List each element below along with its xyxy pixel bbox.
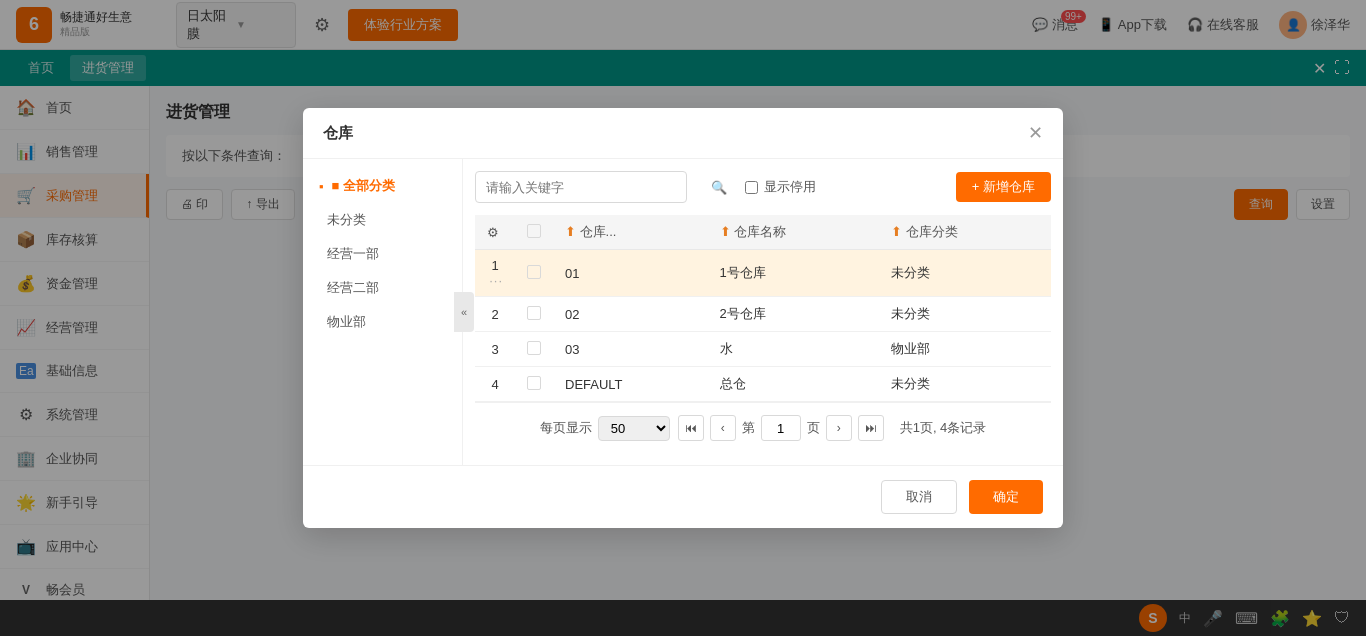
- modal-body: ▪ ■ 全部分类 未分类 经营一部 经营二部 物业部 « 🔍: [303, 159, 1063, 465]
- table-row[interactable]: 3 03 水 物业部: [475, 332, 1051, 367]
- cell-code: 02: [553, 297, 708, 332]
- search-icon[interactable]: 🔍: [711, 180, 727, 195]
- table-body: 1··· 01 1号仓库 未分类 2 02 2号仓库 未分类 3: [475, 250, 1051, 402]
- per-page-label: 每页显示: [540, 419, 592, 437]
- table-row[interactable]: 1··· 01 1号仓库 未分类: [475, 250, 1051, 297]
- cell-more[interactable]: 4: [475, 367, 515, 402]
- last-page-button[interactable]: ⏭: [858, 415, 884, 441]
- show-disabled-checkbox[interactable]: [745, 181, 758, 194]
- category-all-item[interactable]: ▪ ■ 全部分类: [303, 169, 462, 203]
- category-all-label: ■ 全部分类: [332, 177, 395, 195]
- cell-checkbox[interactable]: [515, 367, 553, 402]
- page-suffix: 页: [807, 419, 820, 437]
- collapse-panel-button[interactable]: «: [454, 292, 474, 332]
- cell-checkbox[interactable]: [515, 297, 553, 332]
- cell-category: 物业部: [879, 332, 1051, 367]
- show-disabled-toggle[interactable]: 显示停用: [745, 178, 816, 196]
- table-container: ⚙ ⬆ 仓库... ⬆ 仓库名称 ⬆ 仓库分类 1··· 0: [475, 215, 1051, 402]
- th-name[interactable]: ⬆ 仓库名称: [708, 215, 880, 250]
- table-row[interactable]: 4 DEFAULT 总仓 未分类: [475, 367, 1051, 402]
- cell-name: 总仓: [708, 367, 880, 402]
- sort-icon-name: ⬆: [720, 224, 731, 239]
- cell-name: 1号仓库: [708, 250, 880, 297]
- grid-icon: ▪: [319, 179, 324, 194]
- per-page-selector: 每页显示 50 20 100: [540, 416, 670, 441]
- cell-code: 01: [553, 250, 708, 297]
- page-label: 第: [742, 419, 755, 437]
- show-disabled-label: 显示停用: [764, 178, 816, 196]
- select-all-checkbox[interactable]: [527, 224, 541, 238]
- search-input[interactable]: [475, 171, 687, 203]
- table-panel: 🔍 显示停用 + 新增仓库 ⚙: [463, 159, 1063, 465]
- cancel-button[interactable]: 取消: [881, 480, 957, 514]
- prev-page-button[interactable]: ‹: [710, 415, 736, 441]
- category-panel: ▪ ■ 全部分类 未分类 经营一部 经营二部 物业部 «: [303, 159, 463, 465]
- row-checkbox[interactable]: [527, 341, 541, 355]
- table-toolbar: 🔍 显示停用 + 新增仓库: [475, 171, 1051, 203]
- modal-close-icon[interactable]: ✕: [1028, 122, 1043, 144]
- pagination: 每页显示 50 20 100 ⏮ ‹ 第 页 ›: [475, 402, 1051, 453]
- row-checkbox[interactable]: [527, 265, 541, 279]
- table-head: ⚙ ⬆ 仓库... ⬆ 仓库名称 ⬆ 仓库分类: [475, 215, 1051, 250]
- th-gear[interactable]: ⚙: [475, 215, 515, 250]
- modal-title: 仓库: [323, 124, 1028, 143]
- sort-icon: ⬆: [565, 224, 576, 239]
- category-dept1[interactable]: 经营一部: [303, 237, 462, 271]
- cell-category: 未分类: [879, 367, 1051, 402]
- th-code[interactable]: ⬆ 仓库...: [553, 215, 708, 250]
- cell-more[interactable]: 2: [475, 297, 515, 332]
- page-input[interactable]: [761, 415, 801, 441]
- cell-code: DEFAULT: [553, 367, 708, 402]
- th-checkbox[interactable]: [515, 215, 553, 250]
- warehouse-table: ⚙ ⬆ 仓库... ⬆ 仓库名称 ⬆ 仓库分类 1··· 0: [475, 215, 1051, 402]
- page-total: 共1页, 4条记录: [900, 419, 987, 437]
- warehouse-modal: 仓库 ✕ ▪ ■ 全部分类 未分类 经营一部 经营二部 物业部 «: [303, 108, 1063, 528]
- cell-category: 未分类: [879, 250, 1051, 297]
- add-warehouse-button[interactable]: + 新增仓库: [956, 172, 1051, 202]
- cell-checkbox[interactable]: [515, 250, 553, 297]
- search-wrapper: 🔍: [475, 171, 735, 203]
- page-navigation: ⏮ ‹ 第 页 › ⏭: [678, 415, 884, 441]
- next-page-button[interactable]: ›: [826, 415, 852, 441]
- cell-category: 未分类: [879, 297, 1051, 332]
- cell-checkbox[interactable]: [515, 332, 553, 367]
- modal-overlay: 仓库 ✕ ▪ ■ 全部分类 未分类 经营一部 经营二部 物业部 «: [0, 0, 1366, 636]
- cell-name: 水: [708, 332, 880, 367]
- per-page-select[interactable]: 50 20 100: [598, 416, 670, 441]
- cell-more[interactable]: 1···: [475, 250, 515, 297]
- cell-name: 2号仓库: [708, 297, 880, 332]
- table-row[interactable]: 2 02 2号仓库 未分类: [475, 297, 1051, 332]
- modal-header: 仓库 ✕: [303, 108, 1063, 159]
- modal-footer: 取消 确定: [303, 465, 1063, 528]
- cell-more[interactable]: 3: [475, 332, 515, 367]
- th-category[interactable]: ⬆ 仓库分类: [879, 215, 1051, 250]
- confirm-button[interactable]: 确定: [969, 480, 1043, 514]
- row-checkbox[interactable]: [527, 376, 541, 390]
- cell-code: 03: [553, 332, 708, 367]
- category-dept2[interactable]: 经营二部: [303, 271, 462, 305]
- sort-icon-cat: ⬆: [891, 224, 902, 239]
- category-unclassified[interactable]: 未分类: [303, 203, 462, 237]
- first-page-button[interactable]: ⏮: [678, 415, 704, 441]
- category-property[interactable]: 物业部: [303, 305, 462, 339]
- row-checkbox[interactable]: [527, 306, 541, 320]
